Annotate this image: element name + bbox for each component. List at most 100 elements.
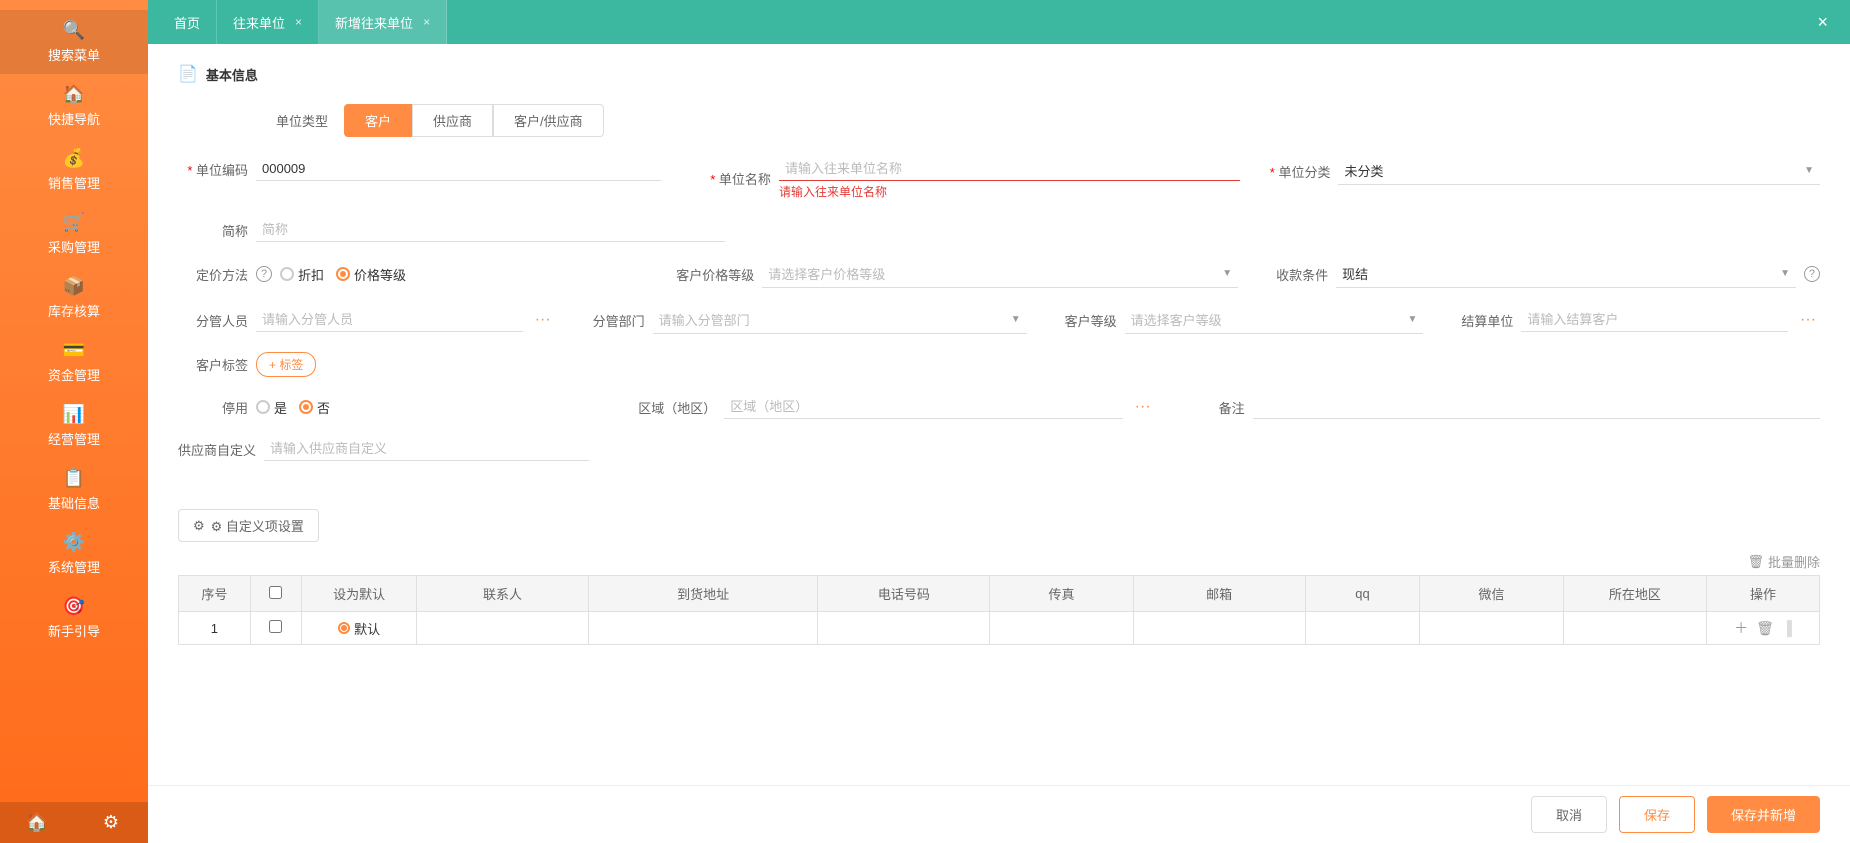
wx-input[interactable] <box>1430 621 1552 636</box>
tab-partners-close[interactable]: × <box>295 15 302 29</box>
department-select[interactable]: 请输入分管部门 ▼ <box>653 306 1027 334</box>
system-icon: ⚙️ <box>63 532 85 553</box>
field-customer-price-level: 客户价格等级 请选择客户价格等级 ▼ <box>676 260 1238 288</box>
table-section: 🗑 批量删除 序号 设为默认 联系人 到货地址 电话号码 传真 邮箱 qq <box>148 552 1850 645</box>
region-more-btn[interactable]: ··· <box>1131 398 1155 416</box>
pricing-help-icon[interactable]: ? <box>256 266 272 282</box>
form-row-4: 分管人员 ··· 分管部门 请输入分管部门 ▼ 客户等级 请选择客户等级 ▼ <box>178 306 1820 334</box>
row-email <box>1133 612 1305 645</box>
pricing-discount[interactable]: 折扣 <box>280 265 324 284</box>
customer-level-select[interactable]: 请选择客户等级 ▼ <box>1125 306 1424 334</box>
customer-price-level-select[interactable]: 请选择客户价格等级 ▼ <box>762 260 1238 288</box>
sidebar-settings-btn[interactable]: ⚙ <box>74 802 148 843</box>
sidebar-item-system[interactable]: ⚙️ 系统管理 <box>0 522 148 586</box>
table-actions: 🗑 批量删除 <box>178 552 1820 571</box>
phone-input[interactable] <box>828 621 979 636</box>
region-label: 区域（地区） <box>638 398 716 417</box>
disabled-yes[interactable]: 是 <box>256 398 287 417</box>
unit-category-select[interactable]: 未分类 ▼ <box>1338 157 1820 185</box>
sidebar-item-operation[interactable]: 📊 经营管理 <box>0 394 148 458</box>
sidebar-item-label: 基础信息 <box>48 493 100 512</box>
sidebar-item-search[interactable]: 🔍 搜索菜单 <box>0 10 148 74</box>
pricing-level[interactable]: 价格等级 <box>336 265 406 284</box>
row-delete-btn[interactable]: 🗑 <box>1756 620 1774 637</box>
tabbar-close-btn[interactable]: × <box>1805 12 1840 33</box>
fax-input[interactable] <box>1000 621 1122 636</box>
region-table-input[interactable] <box>1574 621 1696 636</box>
supplier-custom-input[interactable] <box>264 437 588 461</box>
custom-settings-btn[interactable]: ⚙ ⚙ 自定义项设置 <box>178 509 319 542</box>
form-row-2: 简称 <box>178 218 1820 242</box>
custom-settings-label: ⚙ 自定义项设置 <box>211 516 304 535</box>
form-row-3: 定价方法 ? 折扣 价格等级 客户价格等级 <box>178 260 1820 288</box>
settlement-input[interactable] <box>1521 308 1788 332</box>
row-add-btn[interactable]: ＋ <box>1734 618 1748 638</box>
department-chevron: ▼ <box>1011 314 1021 325</box>
unit-code-input[interactable] <box>256 157 661 181</box>
sidebar-item-sales[interactable]: 💰 销售管理 <box>0 138 148 202</box>
sidebar-home-btn[interactable]: 🏠 <box>0 802 74 843</box>
qq-input[interactable] <box>1316 621 1410 636</box>
tab-partners[interactable]: 往来单位 × <box>217 0 319 44</box>
tab-new-partner[interactable]: 新增往来单位 × <box>319 0 447 44</box>
contact-input[interactable] <box>427 621 578 636</box>
unit-name-input[interactable] <box>779 157 1241 181</box>
disabled-no-radio <box>299 400 313 414</box>
unit-code-label: 单位编码 <box>178 160 248 179</box>
section-title-icon: 📄 <box>178 64 198 84</box>
sidebar-item-inventory[interactable]: 📦 库存核算 <box>0 266 148 330</box>
disabled-yes-label: 是 <box>274 398 287 417</box>
short-name-input[interactable] <box>256 218 725 242</box>
cancel-button[interactable]: 取消 <box>1531 796 1607 833</box>
btn-customer[interactable]: 客户 <box>344 104 412 137</box>
sidebar-item-quicknav[interactable]: 🏠 快捷导航 <box>0 74 148 138</box>
sidebar-item-label: 搜索菜单 <box>48 45 100 64</box>
customer-tag-label: 客户标签 <box>178 355 248 374</box>
sidebar-item-basic[interactable]: 📋 基础信息 <box>0 458 148 522</box>
addr-input[interactable] <box>599 621 807 636</box>
btn-both[interactable]: 客户/供应商 <box>493 104 604 137</box>
btn-supplier[interactable]: 供应商 <box>412 104 493 137</box>
default-radio[interactable] <box>338 622 350 634</box>
tab-home[interactable]: 首页 <box>158 0 217 44</box>
form-row-6: 停用 是 否 区域（地区） ··· <box>178 395 1820 419</box>
department-label: 分管部门 <box>575 311 645 330</box>
sidebar-item-label: 资金管理 <box>48 365 100 384</box>
sidebar-item-label: 新手引导 <box>48 621 100 640</box>
disabled-yes-radio <box>256 400 270 414</box>
field-disabled: 停用 是 否 <box>178 398 608 417</box>
payment-terms-help-icon[interactable]: ? <box>1804 266 1820 282</box>
tab-partners-label: 往来单位 <box>233 13 285 32</box>
batch-delete-btn[interactable]: 🗑 批量删除 <box>1747 552 1820 571</box>
select-all-checkbox[interactable] <box>269 586 282 599</box>
disabled-no[interactable]: 否 <box>299 398 330 417</box>
row-scroll-btn[interactable]: ▐ <box>1782 620 1792 636</box>
row-fax <box>990 612 1133 645</box>
disabled-no-label: 否 <box>317 398 330 417</box>
save-new-button[interactable]: 保存并新增 <box>1707 796 1820 833</box>
field-region: 区域（地区） ··· <box>638 395 1154 419</box>
row-default: 默认 <box>302 612 417 645</box>
add-tag-btn[interactable]: + 标签 <box>256 352 316 377</box>
sidebar-item-finance[interactable]: 💳 资金管理 <box>0 330 148 394</box>
settlement-more-btn[interactable]: ··· <box>1796 311 1820 329</box>
row-addr <box>588 612 817 645</box>
tab-new-partner-close[interactable]: × <box>423 15 430 29</box>
sidebar-item-label: 快捷导航 <box>48 109 100 128</box>
default-label: 默认 <box>354 619 380 638</box>
sidebar-item-guide[interactable]: 🎯 新手引导 <box>0 586 148 650</box>
manager-more-btn[interactable]: ··· <box>531 311 555 329</box>
region-input[interactable] <box>724 395 1122 419</box>
department-value: 请输入分管部门 <box>659 310 1011 329</box>
sales-icon: 💰 <box>63 148 85 169</box>
row-checkbox[interactable] <box>269 620 282 633</box>
manager-input[interactable] <box>256 308 523 332</box>
save-button[interactable]: 保存 <box>1619 796 1695 833</box>
row-check <box>250 612 302 645</box>
note-input[interactable] <box>1253 395 1820 419</box>
email-input[interactable] <box>1144 621 1295 636</box>
field-note: 备注 <box>1175 395 1820 419</box>
payment-terms-label: 收款条件 <box>1258 265 1328 284</box>
sidebar-item-purchase[interactable]: 🛒 采购管理 <box>0 202 148 266</box>
payment-terms-select[interactable]: 现结 ▼ <box>1336 260 1796 288</box>
